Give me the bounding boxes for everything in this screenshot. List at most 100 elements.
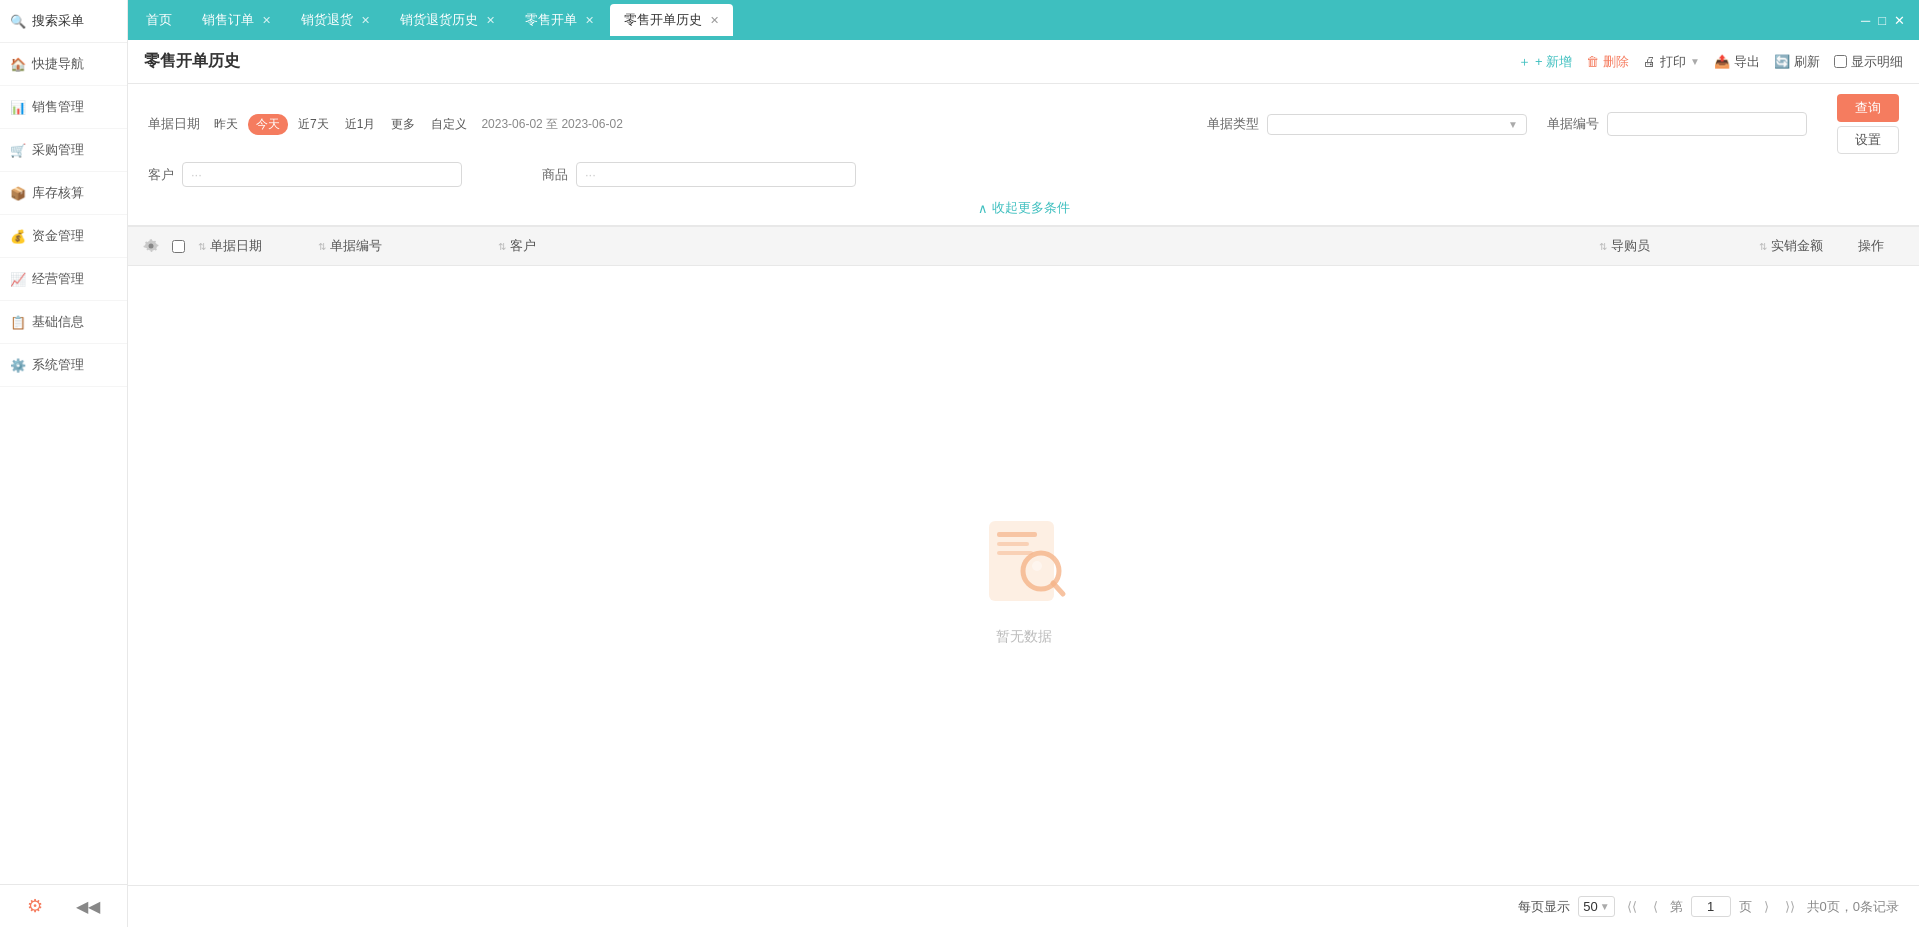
select-all-input[interactable] [172,240,185,253]
date-btn-1month[interactable]: 近1月 [339,114,382,135]
page-size-value: 50 [1583,899,1597,914]
page-number-input[interactable] [1691,896,1731,917]
th-number[interactable]: ⇅ 单据编号 [310,237,490,255]
tab-sales-order[interactable]: 销售订单 ✕ [188,4,285,36]
sidebar-search[interactable]: 🔍 搜索采单 [0,0,127,43]
sidebar-bottom: ⚙ ◀◀ [0,884,127,927]
tab-sales-return[interactable]: 销货退货 ✕ [287,4,384,36]
sidebar-nav-label: 资金管理 [32,227,84,245]
product-select[interactable]: ··· [576,162,856,187]
tab-label: 销货退货 [301,11,353,29]
close-button[interactable]: ✕ [1894,13,1905,28]
sidebar-nav-label: 库存核算 [32,184,84,202]
th-amount[interactable]: ⇅ 实销金额 [1711,237,1831,255]
tab-bar: 首页 销售订单 ✕ 销货退货 ✕ 销货退货历史 ✕ 零售开单 ✕ 零售开单历史 … [128,0,1919,40]
chart-icon: 📊 [10,100,26,115]
customer-label: 客户 [148,166,174,184]
date-options-group: 昨天 今天 近7天 近1月 更多 自定义 [208,114,473,135]
add-button[interactable]: ＋ + 新增 [1518,53,1572,71]
toolbar-actions: ＋ + 新增 🗑 删除 🖨 打印 ▼ 📤 导出 🔄 刷新 [1518,53,1903,71]
first-page-button[interactable]: ⟨⟨ [1623,897,1641,916]
table-area: ⇅ 单据日期 ⇅ 单据编号 ⇅ 客户 ⇅ 导购员 ⇅ 实销金额 操作 [128,226,1919,927]
refresh-button[interactable]: 🔄 刷新 [1774,53,1820,71]
collapse-up-icon: ∧ [978,201,988,216]
table-select-all-checkbox[interactable] [166,240,190,253]
doc-type-select[interactable]: ▼ [1267,114,1527,135]
date-btn-yesterday[interactable]: 昨天 [208,114,244,135]
tab-retail-open[interactable]: 零售开单 ✕ [511,4,608,36]
page-size-arrow: ▼ [1600,901,1610,912]
tab-home[interactable]: 首页 [132,0,186,40]
tab-close-icon[interactable]: ✕ [262,14,271,27]
show-detail-label: 显示明细 [1851,53,1903,71]
filter-row-2: 客户 ··· 商品 ··· [148,162,1899,187]
sidebar-item-quick-nav[interactable]: 🏠 快捷导航 [0,43,127,86]
settings-button[interactable]: 设置 [1837,126,1899,154]
sort-icon: ⇅ [498,241,506,252]
sidebar-item-operations[interactable]: 📈 经营管理 [0,258,127,301]
tab-close-icon[interactable]: ✕ [585,14,594,27]
date-btn-more[interactable]: 更多 [385,114,421,135]
th-action: 操作 [1831,237,1911,255]
svg-rect-4 [997,551,1033,555]
tab-close-icon[interactable]: ✕ [710,14,719,27]
collapse-sidebar-icon[interactable]: ◀◀ [76,897,100,916]
date-btn-7days[interactable]: 近7天 [292,114,335,135]
search-icon: 🔍 [10,14,26,29]
sidebar-item-base-info[interactable]: 📋 基础信息 [0,301,127,344]
th-guide[interactable]: ⇅ 导购员 [1591,237,1711,255]
export-icon: 📤 [1714,54,1730,69]
sidebar: 🔍 搜索采单 🏠 快捷导航 📊 销售管理 🛒 采购管理 📦 库存核算 💰 资金管… [0,0,128,927]
last-page-button[interactable]: ⟩⟩ [1781,897,1799,916]
sidebar-item-purchase-mgmt[interactable]: 🛒 采购管理 [0,129,127,172]
gear-icon: ⚙️ [10,358,26,373]
empty-text: 暂无数据 [996,628,1052,646]
sidebar-item-inventory[interactable]: 📦 库存核算 [0,172,127,215]
money-icon: 💰 [10,229,26,244]
date-btn-custom[interactable]: 自定义 [425,114,473,135]
box-icon: 📦 [10,186,26,201]
svg-point-7 [1032,561,1042,571]
page-size-select[interactable]: 50 ▼ [1578,896,1614,917]
tab-label: 零售开单 [525,11,577,29]
tab-home-label: 首页 [146,11,172,29]
query-button[interactable]: 查询 [1837,94,1899,122]
sidebar-nav-label: 基础信息 [32,313,84,331]
total-records: 共0页，0条记录 [1807,898,1899,916]
svg-rect-2 [997,532,1037,537]
svg-rect-3 [997,542,1029,546]
tab-close-icon[interactable]: ✕ [361,14,370,27]
show-detail-checkbox[interactable] [1834,55,1847,68]
minimize-button[interactable]: ─ [1861,13,1870,28]
tab-retail-history[interactable]: 零售开单历史 ✕ [610,4,733,36]
filter-customer: 客户 ··· [148,162,462,187]
tab-sales-return-history[interactable]: 销货退货历史 ✕ [386,4,509,36]
tab-close-icon[interactable]: ✕ [486,14,495,27]
sidebar-item-sales-mgmt[interactable]: 📊 销售管理 [0,86,127,129]
pagination: 每页显示 50 ▼ ⟨⟨ ⟨ 第 页 ⟩ ⟩⟩ 共0页，0条记录 [128,885,1919,927]
table-settings-icon[interactable] [136,238,166,254]
customer-select[interactable]: ··· [182,162,462,187]
table-header: ⇅ 单据日期 ⇅ 单据编号 ⇅ 客户 ⇅ 导购员 ⇅ 实销金额 操作 [128,226,1919,266]
filter-date: 单据日期 昨天 今天 近7天 近1月 更多 自定义 2023-06-02 至 2… [148,114,623,135]
print-icon: 🖨 [1643,54,1656,69]
date-btn-today[interactable]: 今天 [248,114,288,135]
window-controls: ─ □ ✕ [1851,13,1915,28]
th-customer[interactable]: ⇅ 客户 [490,237,1591,255]
sidebar-item-sys-mgmt[interactable]: ⚙️ 系统管理 [0,344,127,387]
maximize-button[interactable]: □ [1878,13,1886,28]
settings-bottom-icon[interactable]: ⚙ [27,895,43,917]
sidebar-nav-label: 销售管理 [32,98,84,116]
export-button[interactable]: 📤 导出 [1714,53,1760,71]
doc-number-input[interactable] [1607,112,1807,136]
prev-page-button[interactable]: ⟨ [1649,897,1662,916]
sidebar-item-finance[interactable]: 💰 资金管理 [0,215,127,258]
delete-button[interactable]: 🗑 删除 [1586,53,1629,71]
product-label: 商品 [542,166,568,184]
th-date[interactable]: ⇅ 单据日期 [190,237,310,255]
print-button[interactable]: 🖨 打印 ▼ [1643,53,1700,71]
collapse-filter-bar[interactable]: ∧ 收起更多条件 [148,195,1899,219]
empty-state-illustration [969,506,1079,616]
next-page-button[interactable]: ⟩ [1760,897,1773,916]
sidebar-nav-label: 快捷导航 [32,55,84,73]
